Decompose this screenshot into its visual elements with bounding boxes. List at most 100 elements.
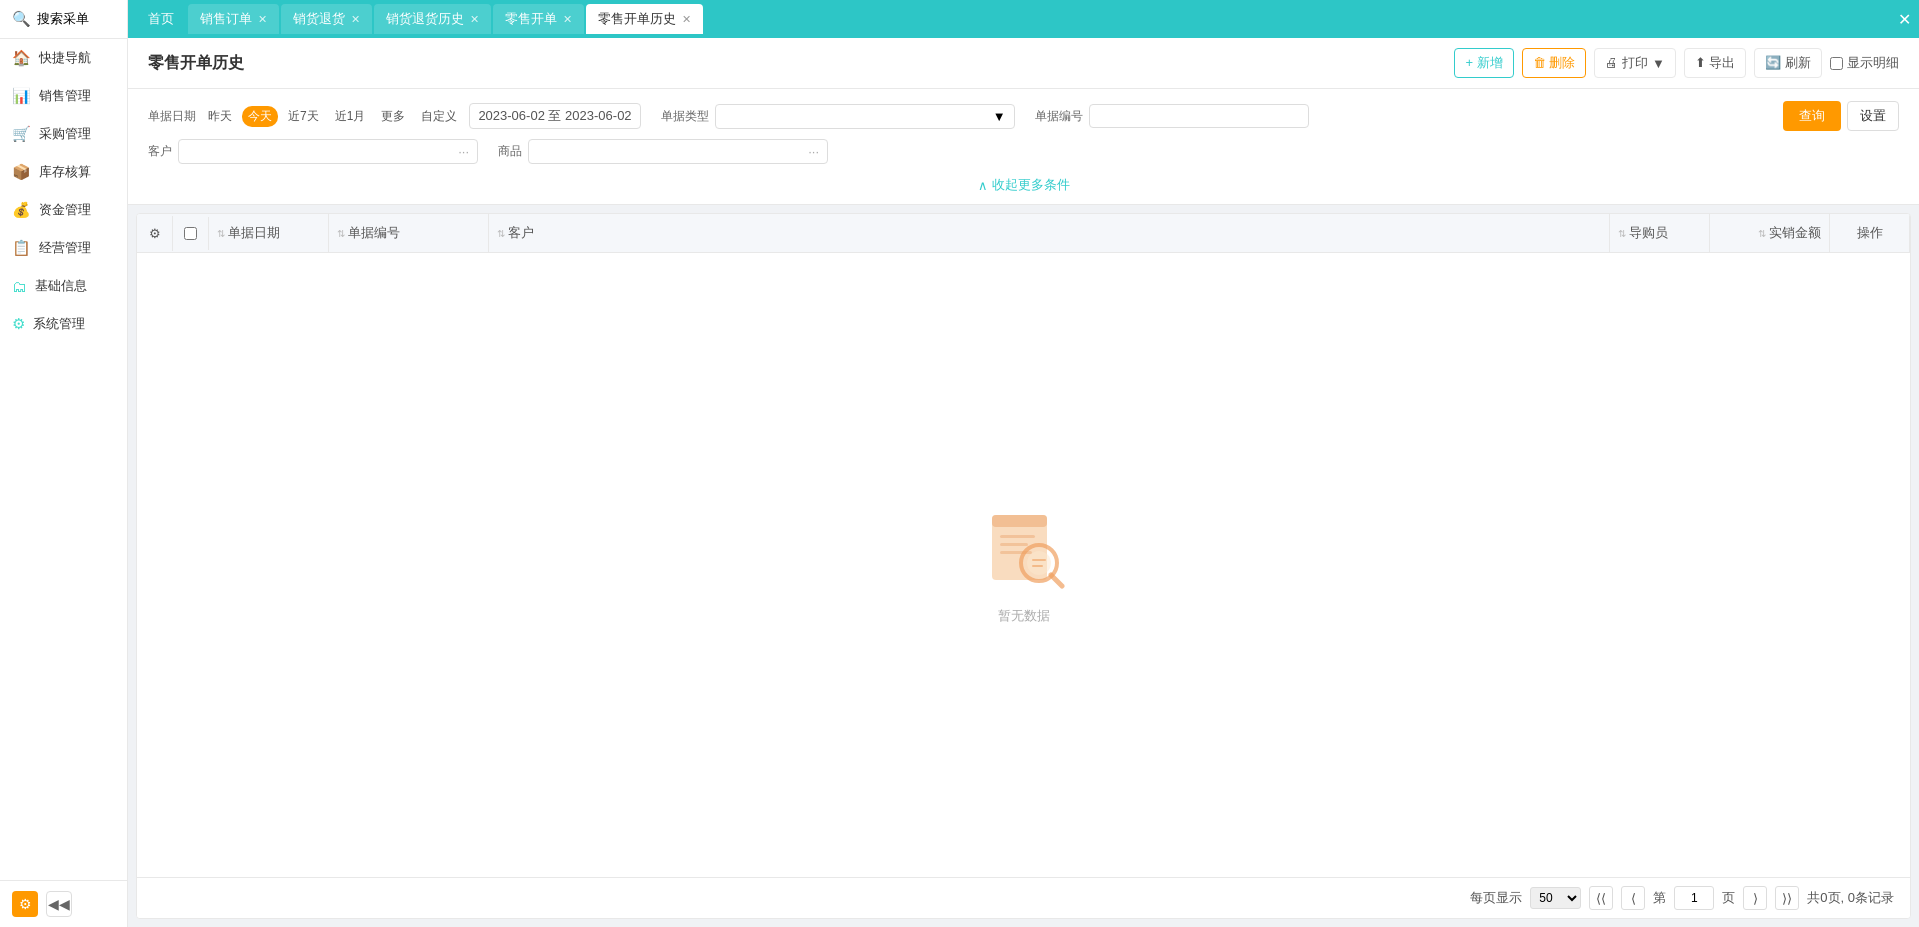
pagination: 每页显示 50 10 20 100 ⟨⟨ ⟨ 第 页 ⟩ ⟩⟩ 共0页, 0条记… (137, 877, 1910, 918)
doc-type-filter: 单据类型 ▼ (661, 104, 1015, 129)
filter-row-2: 客户 ··· 商品 ··· (148, 139, 1899, 164)
settings-gear-button[interactable]: ⚙ (12, 891, 38, 917)
table-header: ⚙ ⇅ 单据日期 ⇅ 单据编号 ⇅ 客户 ⇅ (137, 214, 1910, 253)
collapse-up-icon: ∧ (978, 178, 988, 193)
date-shortcut-today[interactable]: 今天 (242, 106, 278, 127)
page-size-select[interactable]: 50 10 20 100 (1530, 887, 1581, 909)
doc-no-input[interactable] (1089, 104, 1309, 128)
delete-button[interactable]: 🗑 删除 (1522, 48, 1587, 78)
th-order-no[interactable]: ⇅ 单据编号 (329, 214, 489, 252)
settings-button[interactable]: 设置 (1847, 101, 1899, 131)
tab-home[interactable]: 首页 (136, 4, 186, 34)
empty-text: 暂无数据 (998, 607, 1050, 625)
window-close-button[interactable]: ✕ (1898, 10, 1911, 29)
doc-no-label: 单据编号 (1035, 108, 1083, 125)
tab-retail-open[interactable]: 零售开单 ✕ (493, 4, 584, 34)
search-btn[interactable]: 🔍 搜索采单 (0, 0, 127, 39)
tab-bar-right: ✕ (1898, 10, 1911, 29)
th-date-label: 单据日期 (228, 224, 280, 242)
th-action-label: 操作 (1857, 224, 1883, 242)
add-button[interactable]: + 新增 (1454, 48, 1513, 78)
export-button[interactable]: ⬆ 导出 (1684, 48, 1747, 78)
print-button[interactable]: 🖨 打印 ▼ (1594, 48, 1676, 78)
th-action: 操作 (1830, 214, 1910, 252)
customer-dots-icon: ··· (458, 144, 469, 159)
display-cols-label: 显示明细 (1830, 54, 1899, 72)
tab-bar: 首页 销售订单 ✕ 销货退货 ✕ 销货退货历史 ✕ 零售开单 ✕ 零售开单历史 … (128, 0, 1919, 38)
tab-sales-order[interactable]: 销售订单 ✕ (188, 4, 279, 34)
tab-retail-hist-close[interactable]: ✕ (682, 13, 691, 26)
display-cols-checkbox[interactable] (1830, 57, 1843, 70)
sidebar-item-label: 系统管理 (33, 315, 85, 333)
sidebar-bottom: ⚙ ◀◀ (0, 880, 127, 927)
page-size-label: 每页显示 (1470, 889, 1522, 907)
tab-sales-return-hist-close[interactable]: ✕ (470, 13, 479, 26)
sidebar-item-operations[interactable]: 📋 经营管理 (0, 229, 127, 267)
select-all-checkbox[interactable] (184, 227, 197, 240)
print-button-label: 🖨 打印 (1605, 54, 1648, 72)
sidebar-item-finance[interactable]: 💰 资金管理 (0, 191, 127, 229)
goods-select[interactable]: ··· (528, 139, 828, 164)
sidebar-item-label: 快捷导航 (39, 49, 91, 67)
last-page-button[interactable]: ⟩⟩ (1775, 886, 1799, 910)
doc-type-dropdown-icon: ▼ (993, 109, 1006, 124)
date-shortcut-7days[interactable]: 近7天 (282, 106, 325, 127)
sidebar-item-label: 采购管理 (39, 125, 91, 143)
tab-retail-hist-label: 零售开单历史 (598, 10, 676, 28)
svg-line-7 (1051, 575, 1062, 586)
date-shortcut-more[interactable]: 更多 (375, 106, 411, 127)
goods-dots-icon: ··· (808, 144, 819, 159)
date-shortcut-custom[interactable]: 自定义 (415, 106, 463, 127)
tab-sales-order-label: 销售订单 (200, 10, 252, 28)
tab-sales-return-hist[interactable]: 销货退货历史 ✕ (374, 4, 491, 34)
th-customer-sort-icon: ⇅ (497, 228, 505, 239)
page-header: 零售开单历史 + 新增 🗑 删除 🖨 打印 ▼ ⬆ 导出 🔄 刷新 (128, 38, 1919, 89)
sidebar-item-inventory[interactable]: 📦 库存核算 (0, 153, 127, 191)
tab-retail-open-close[interactable]: ✕ (563, 13, 572, 26)
next-page-button[interactable]: ⟩ (1743, 886, 1767, 910)
sidebar-item-label: 经营管理 (39, 239, 91, 257)
sidebar-item-sales-mgmt[interactable]: 📊 销售管理 (0, 77, 127, 115)
sidebar-item-sys-mgmt[interactable]: ⚙ 系统管理 (0, 305, 127, 343)
th-guide[interactable]: ⇅ 导购员 (1610, 214, 1710, 252)
th-amount[interactable]: ⇅ 实销金额 (1710, 214, 1830, 252)
th-date[interactable]: ⇅ 单据日期 (209, 214, 329, 252)
collapse-more-btn[interactable]: ∧ 收起更多条件 (148, 172, 1899, 198)
th-gear[interactable]: ⚙ (137, 216, 173, 251)
sidebar-item-purchase-mgmt[interactable]: 🛒 采购管理 (0, 115, 127, 153)
tab-sales-return-close[interactable]: ✕ (351, 13, 360, 26)
gear-nav-icon: ⚙ (12, 315, 25, 333)
current-page-input[interactable] (1674, 886, 1714, 910)
money-icon: 💰 (12, 201, 31, 219)
tab-sales-order-close[interactable]: ✕ (258, 13, 267, 26)
refresh-button[interactable]: 🔄 刷新 (1754, 48, 1822, 78)
customer-select[interactable]: ··· (178, 139, 478, 164)
sidebar-collapse-button[interactable]: ◀◀ (46, 891, 72, 917)
print-dropdown-icon[interactable]: ▼ (1652, 56, 1665, 71)
date-shortcut-yesterday[interactable]: 昨天 (202, 106, 238, 127)
date-range-input[interactable]: 2023-06-02 至 2023-06-02 (469, 103, 640, 129)
date-range-text: 2023-06-02 至 2023-06-02 (478, 107, 631, 125)
page-word: 第 (1653, 889, 1666, 907)
prev-page-button[interactable]: ⟨ (1621, 886, 1645, 910)
doc-type-label: 单据类型 (661, 108, 709, 125)
th-check[interactable] (173, 217, 209, 250)
refresh-button-label: 🔄 刷新 (1765, 54, 1811, 72)
date-shortcut-1month[interactable]: 近1月 (329, 106, 372, 127)
tab-retail-hist[interactable]: 零售开单历史 ✕ (586, 4, 703, 34)
tab-sales-return-label: 销货退货 (293, 10, 345, 28)
th-customer[interactable]: ⇅ 客户 (489, 214, 1610, 252)
tab-sales-return[interactable]: 销货退货 ✕ (281, 4, 372, 34)
date-shortcuts: 昨天 今天 近7天 近1月 更多 自定义 (202, 106, 463, 127)
doc-no-filter: 单据编号 (1035, 104, 1309, 128)
first-page-button[interactable]: ⟨⟨ (1589, 886, 1613, 910)
sidebar-item-label: 基础信息 (35, 277, 87, 295)
sidebar-item-basic-info[interactable]: 🗂 基础信息 (0, 267, 127, 305)
th-order-no-label: 单据编号 (348, 224, 400, 242)
sidebar-item-quick-nav[interactable]: 🏠 快捷导航 (0, 39, 127, 77)
doc-type-select[interactable]: ▼ (715, 104, 1015, 129)
svg-point-6 (1027, 551, 1051, 575)
th-customer-label: 客户 (508, 224, 534, 242)
query-button[interactable]: 查询 (1783, 101, 1841, 131)
home-icon: 🏠 (12, 49, 31, 67)
